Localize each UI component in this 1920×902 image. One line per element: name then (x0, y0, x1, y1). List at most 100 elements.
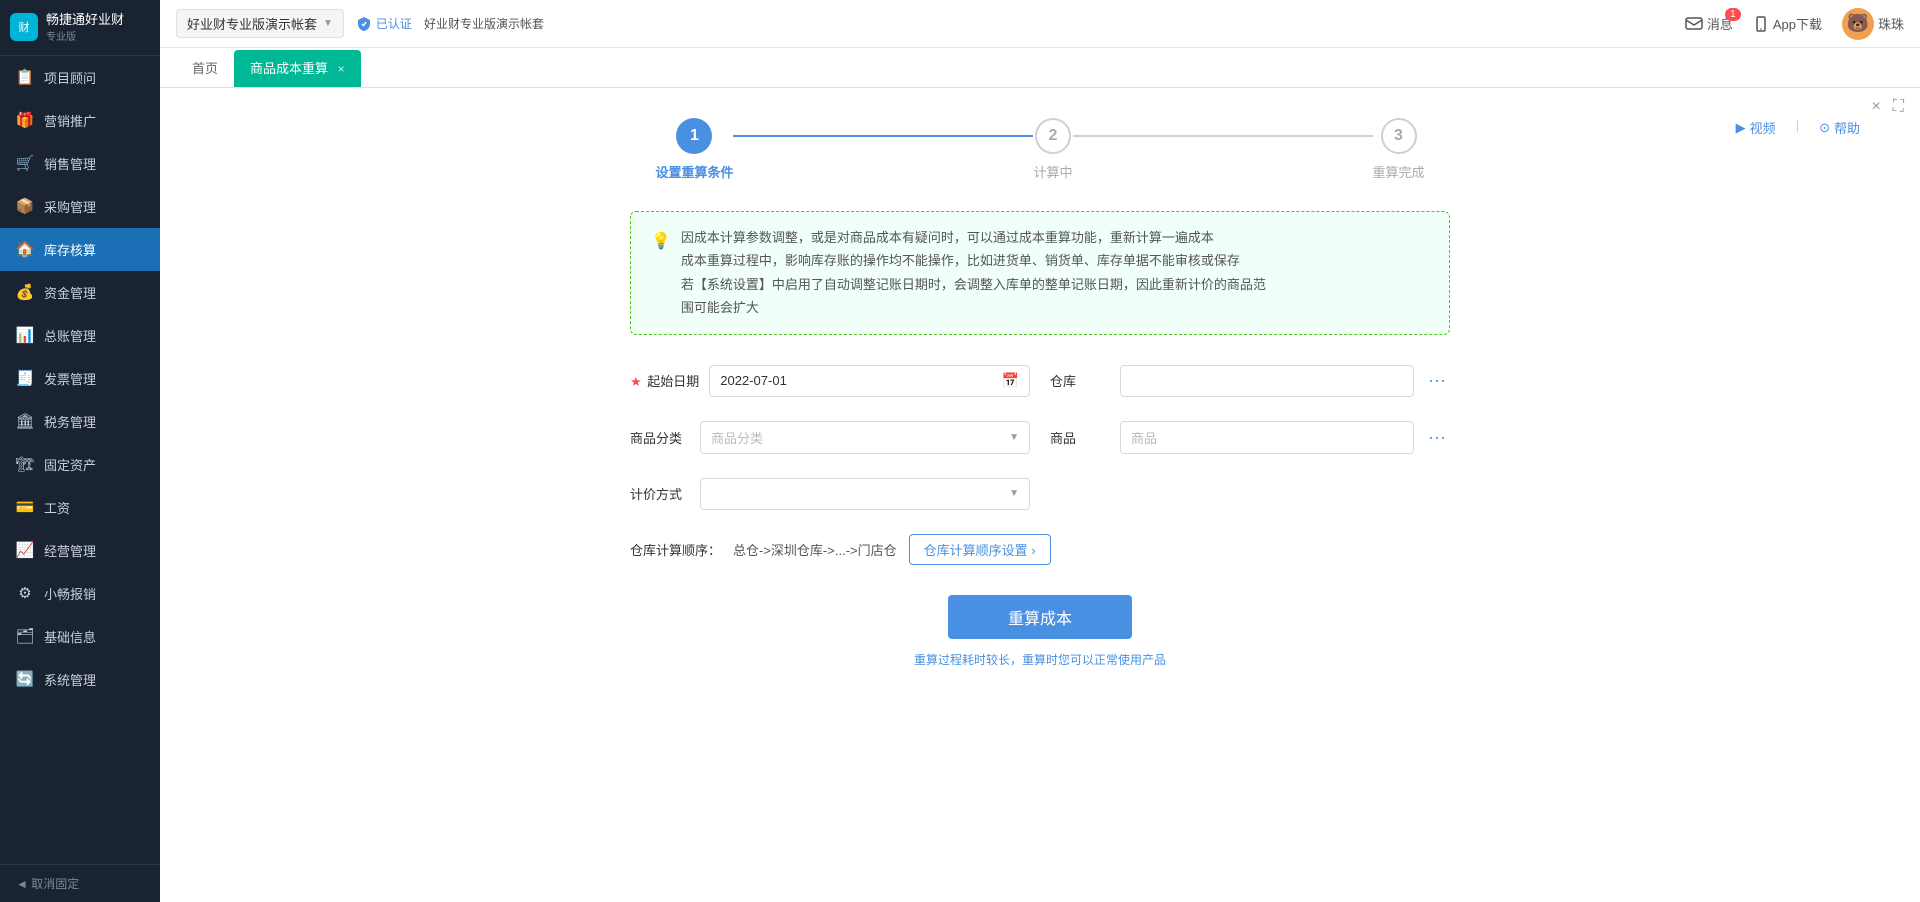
sidebar-item-expense-label: 小畅报销 (44, 584, 96, 603)
app-download-label: App下载 (1773, 14, 1822, 33)
sidebar-item-basic[interactable]: 🗂 基础信息 (0, 615, 160, 658)
pricing-select[interactable]: ▼ (700, 478, 1030, 510)
warehouse-field: 仓库 ··· (1050, 365, 1450, 397)
sidebar-item-inventory-label: 库存核算 (44, 240, 96, 259)
sidebar-footer-pin[interactable]: ◄ 取消固定 (0, 864, 160, 902)
user-name: 珠珠 (1878, 14, 1904, 33)
sidebar-item-sales[interactable]: 🛒 销售管理 (0, 142, 160, 185)
sidebar-item-project-label: 项目顾问 (44, 68, 96, 87)
step-1-circle: 1 (676, 118, 712, 154)
step-2-circle: 2 (1035, 118, 1071, 154)
form-row-2: 商品分类 商品分类 ▼ 商品 商品 ··· (630, 421, 1450, 454)
start-date-input[interactable]: 2022-07-01 📅 (709, 365, 1030, 397)
sidebar-brand: 畅捷通好业财 (46, 12, 124, 28)
step-3-circle: 3 (1381, 118, 1417, 154)
category-select[interactable]: 商品分类 ▼ (700, 421, 1030, 454)
category-chevron-icon: ▼ (1009, 432, 1019, 443)
topbar: 好业财专业版演示帐套 ▼ 已认证 好业财专业版演示帐套 消息 1 (160, 0, 1920, 48)
content-area: × ⛶ ▶ 视频 | ⊙ 帮助 1 设置重算条件 2 计算中 (160, 88, 1920, 902)
sidebar-item-system[interactable]: 🔄 系统管理 (0, 658, 160, 701)
sidebar-item-purchase[interactable]: 📦 采购管理 (0, 185, 160, 228)
sidebar-item-sales-label: 销售管理 (44, 154, 96, 173)
expand-button[interactable]: ⛶ (1893, 98, 1904, 116)
user-avatar: 🐻 (1842, 8, 1874, 40)
sidebar-item-marketing[interactable]: 🎁 营销推广 (0, 99, 160, 142)
recalc-button[interactable]: 重算成本 (948, 595, 1132, 639)
sidebar-item-basic-label: 基础信息 (44, 627, 96, 646)
topbar-right: 消息 1 App下载 🐻 珠珠 (1685, 8, 1904, 40)
close-button[interactable]: × (1871, 98, 1880, 116)
sidebar-item-operations[interactable]: 📈 经营管理 (0, 529, 160, 572)
warehouse-ellipsis-button[interactable]: ··· (1424, 370, 1450, 391)
goods-input[interactable]: 商品 (1120, 421, 1414, 454)
step-connector-2-3 (1073, 135, 1373, 137)
sidebar-item-inventory[interactable]: 🏠 库存核算 (0, 228, 160, 271)
salary-icon: 💳 (16, 498, 34, 516)
form-area: ★ 起始日期 2022-07-01 📅 仓库 ··· (630, 365, 1450, 668)
sidebar-item-salary-label: 工资 (44, 498, 70, 517)
step-3: 3 重算完成 (1373, 118, 1425, 181)
sidebar-header: 财 畅捷通好业财 专业版 (0, 0, 160, 56)
sidebar-item-tax[interactable]: 🏛 税务管理 (0, 400, 160, 443)
sidebar-nav: 📋 项目顾问 🎁 营销推广 🛒 销售管理 📦 采购管理 🏠 库存核算 💰 资金管… (0, 56, 160, 864)
marketing-icon: 🎁 (16, 111, 34, 129)
sidebar-edition: 专业版 (46, 28, 124, 43)
basic-icon: 🗂 (16, 627, 34, 645)
user-profile[interactable]: 🐻 珠珠 (1842, 8, 1904, 40)
message-icon (1685, 15, 1703, 33)
sidebar-item-accounting-label: 总账管理 (44, 326, 96, 345)
sidebar-item-invoice[interactable]: 🧾 发票管理 (0, 357, 160, 400)
sidebar-item-salary[interactable]: 💳 工资 (0, 486, 160, 529)
warehouse-order-settings-button[interactable]: 仓库计算顺序设置 › (909, 534, 1051, 565)
warehouse-label: 仓库 (1050, 371, 1110, 390)
step-2-label: 计算中 (1033, 162, 1072, 181)
message-action[interactable]: 消息 1 (1685, 14, 1733, 33)
step-1: 1 设置重算条件 (655, 118, 733, 181)
sidebar-item-accounting[interactable]: 📊 总账管理 (0, 314, 160, 357)
account-selector[interactable]: 好业财专业版演示帐套 ▼ (176, 9, 344, 38)
system-icon: 🔄 (16, 670, 34, 688)
step-3-label: 重算完成 (1373, 162, 1425, 181)
sidebar-item-project[interactable]: 📋 项目顾问 (0, 56, 160, 99)
sidebar-logo: 财 (10, 13, 38, 41)
tab-home[interactable]: 首页 (176, 50, 234, 87)
step-1-label: 设置重算条件 (655, 162, 733, 181)
form-row-1: ★ 起始日期 2022-07-01 📅 仓库 ··· (630, 365, 1450, 397)
sidebar-item-assets[interactable]: 🏗 固定资产 (0, 443, 160, 486)
warehouse-input[interactable] (1120, 365, 1414, 397)
required-star: ★ (630, 374, 642, 389)
sidebar-item-operations-label: 经营管理 (44, 541, 96, 560)
warehouse-order-row: 仓库计算顺序： 总仓->深圳仓库->...->门店仓 仓库计算顺序设置 › (630, 534, 1450, 565)
operations-icon: 📈 (16, 541, 34, 559)
account-name: 好业财专业版演示帐套 (187, 14, 317, 33)
start-date-value: 2022-07-01 (720, 373, 787, 388)
tabs-bar: 首页 商品成本重算 × (160, 48, 1920, 88)
sidebar-item-purchase-label: 采购管理 (44, 197, 96, 216)
action-note: 重算过程耗时较长，重算时您可以正常使用产品 (630, 651, 1450, 668)
notice-content: 因成本计算参数调整，或是对商品成本有疑问时，可以通过成本重算功能，重新计算一遍成… (681, 226, 1266, 320)
pricing-chevron-icon: ▼ (1009, 488, 1019, 499)
purchase-icon: 📦 (16, 197, 34, 215)
calendar-icon[interactable]: 📅 (1002, 372, 1019, 389)
sales-icon: 🛒 (16, 154, 34, 172)
tab-active-label: 商品成本重算 (250, 61, 328, 76)
verified-label: 已认证 (376, 15, 412, 32)
tab-cost-recalc[interactable]: 商品成本重算 × (234, 50, 361, 87)
main-area: 好业财专业版演示帐套 ▼ 已认证 好业财专业版演示帐套 消息 1 (160, 0, 1920, 902)
topbar-left: 好业财专业版演示帐套 ▼ 已认证 好业财专业版演示帐套 (176, 9, 544, 38)
sidebar-item-finance[interactable]: 💰 资金管理 (0, 271, 160, 314)
sidebar-item-finance-label: 资金管理 (44, 283, 96, 302)
tab-close-icon[interactable]: × (338, 62, 345, 76)
pricing-field: 计价方式 ▼ (630, 478, 1030, 510)
start-date-label: ★ 起始日期 (630, 371, 699, 390)
app-download-action[interactable]: App下载 (1753, 14, 1822, 33)
step-2: 2 计算中 (1033, 118, 1072, 181)
notice-line-2: 成本重算过程中，影响库存账的操作均不能操作，比如进货单、销货单、库存单据不能审核… (681, 249, 1266, 272)
finance-icon: 💰 (16, 283, 34, 301)
goods-ellipsis-button[interactable]: ··· (1424, 427, 1450, 448)
sidebar-title-block: 畅捷通好业财 专业版 (46, 12, 124, 43)
window-controls: × ⛶ (1871, 98, 1904, 116)
message-badge: 1 (1725, 8, 1741, 21)
goods-field: 商品 商品 ··· (1050, 421, 1450, 454)
sidebar-item-expense[interactable]: ⚙ 小畅报销 (0, 572, 160, 615)
